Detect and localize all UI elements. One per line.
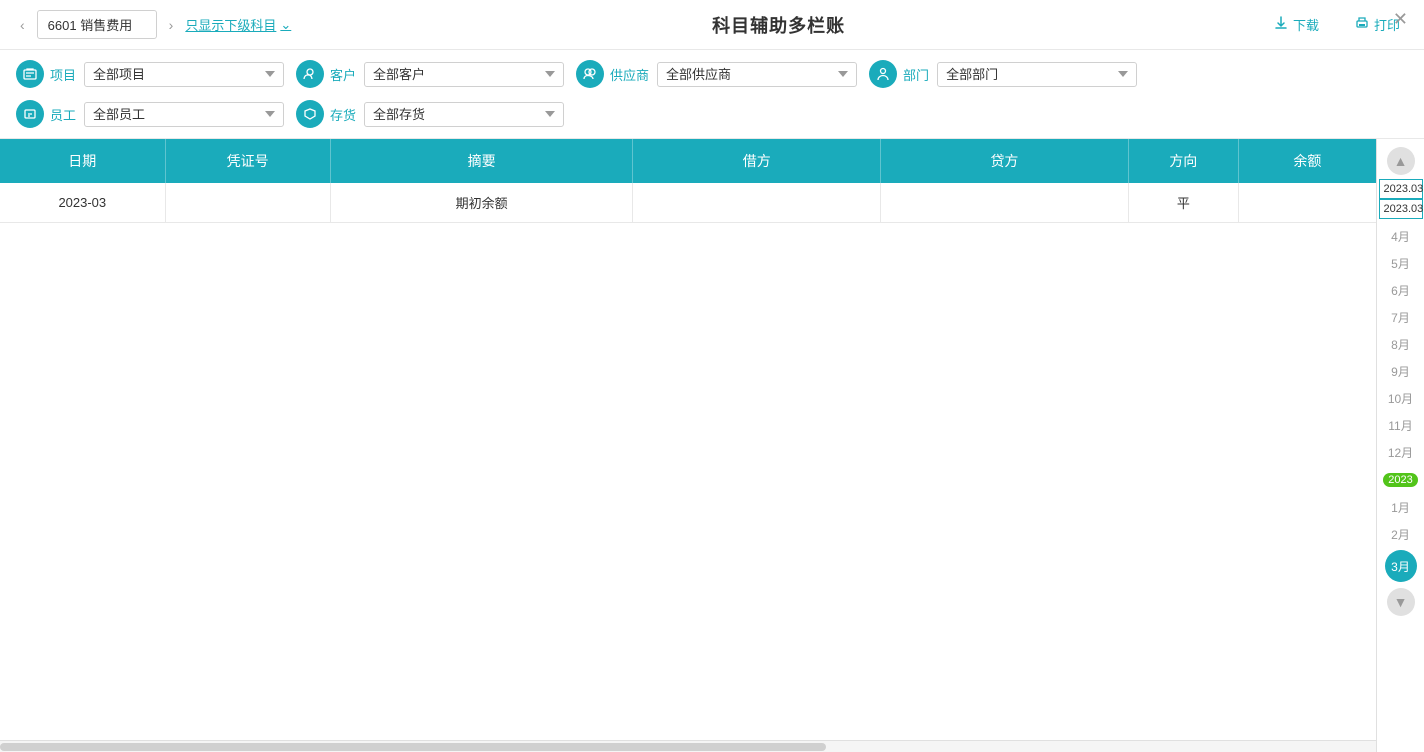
project-select[interactable]: 全部项目 xyxy=(84,62,284,87)
dept-label: 部门 xyxy=(903,65,929,84)
inventory-icon xyxy=(296,100,324,128)
sidebar-month-3-active[interactable]: 3月 xyxy=(1385,550,1417,582)
sidebar-month-10[interactable]: 10月 xyxy=(1377,385,1424,412)
account-code-label: 6601 销售费用 xyxy=(37,10,157,39)
employee-label: 员工 xyxy=(50,105,76,124)
dept-select[interactable]: 全部部门 xyxy=(937,62,1137,87)
sidebar-down-btn[interactable]: ▼ xyxy=(1387,588,1415,616)
cell-date: 2023-03 xyxy=(0,183,165,223)
th-credit: 贷方 xyxy=(881,139,1129,183)
employee-icon xyxy=(16,100,44,128)
show-sub-label: 只显示下级科目 xyxy=(185,15,276,34)
title-bar: ‹ 6601 销售费用 › 只显示下级科目 ⌄ 科目辅助多栏账 下载 xyxy=(0,0,1424,50)
cell-credit xyxy=(881,183,1129,223)
sidebar-month-list: ▲ 2023.03 2023.03 4月 5月 6月 7月 8月 9月 10月 … xyxy=(1377,139,1424,624)
supplier-label: 供应商 xyxy=(610,65,649,84)
sidebar-month-12[interactable]: 12月 xyxy=(1377,439,1424,466)
th-debit: 借方 xyxy=(633,139,881,183)
chevron-down-icon: ⌄ xyxy=(280,17,291,33)
table-row[interactable]: 2023-03 期初余额 平 xyxy=(0,183,1376,223)
th-voucher: 凭证号 xyxy=(165,139,330,183)
title-actions: 下载 打印 ✕ xyxy=(1266,11,1408,38)
print-icon xyxy=(1355,16,1369,33)
main-container: ‹ 6601 销售费用 › 只显示下级科目 ⌄ 科目辅助多栏账 下载 xyxy=(0,0,1424,752)
prev-account-btn[interactable]: ‹ xyxy=(16,15,29,35)
page-title: 科目辅助多栏账 xyxy=(712,12,845,38)
supplier-select[interactable]: 全部供应商 xyxy=(657,62,857,87)
project-filter-group: 项目 全部项目 xyxy=(16,60,284,88)
supplier-filter-group: 供应商 全部供应商 xyxy=(576,60,857,88)
th-direction: 方向 xyxy=(1128,139,1238,183)
cell-balance xyxy=(1238,183,1376,223)
th-date: 日期 xyxy=(0,139,165,183)
th-summary: 摘要 xyxy=(330,139,633,183)
inventory-label: 存货 xyxy=(330,105,356,124)
right-sidebar: ▲ 2023.03 2023.03 4月 5月 6月 7月 8月 9月 10月 … xyxy=(1376,139,1424,752)
cell-voucher xyxy=(165,183,330,223)
sidebar-month-9[interactable]: 9月 xyxy=(1377,358,1424,385)
sidebar-up-btn[interactable]: ▲ xyxy=(1387,147,1415,175)
download-label: 下载 xyxy=(1293,15,1319,34)
customer-icon xyxy=(296,60,324,88)
year-badge: 2023 xyxy=(1383,473,1417,487)
download-btn[interactable]: 下载 xyxy=(1266,11,1327,38)
show-sub-toggle[interactable]: 只显示下级科目 ⌄ xyxy=(185,15,291,34)
cell-debit xyxy=(633,183,881,223)
customer-filter-group: 客户 全部客户 xyxy=(296,60,564,88)
sidebar-month-6[interactable]: 6月 xyxy=(1377,277,1424,304)
download-icon xyxy=(1274,16,1288,33)
employee-filter-group: 员工 全部员工 xyxy=(16,100,284,128)
sidebar-selected-end[interactable]: 2023.03 xyxy=(1379,199,1423,219)
project-label: 项目 xyxy=(50,65,76,84)
sidebar-month-1[interactable]: 1月 xyxy=(1377,494,1424,521)
filter-bar: 项目 全部项目 客户 全部客户 xyxy=(0,50,1424,139)
dept-icon xyxy=(869,60,897,88)
sidebar-month-7[interactable]: 7月 xyxy=(1377,304,1424,331)
sidebar-month-11[interactable]: 11月 xyxy=(1377,412,1424,439)
inventory-filter-group: 存货 全部存货 xyxy=(296,100,564,128)
close-btn[interactable]: ✕ xyxy=(1393,10,1408,28)
content-area: 日期 凭证号 摘要 借方 贷方 方向 余额 2023-03 期初余额 平 xyxy=(0,139,1424,752)
sidebar-selected-start[interactable]: 2023.03 xyxy=(1379,179,1423,199)
ledger-table: 日期 凭证号 摘要 借方 贷方 方向 余额 2023-03 期初余额 平 xyxy=(0,139,1376,223)
customer-select[interactable]: 全部客户 xyxy=(364,62,564,87)
customer-label: 客户 xyxy=(330,65,356,84)
table-area[interactable]: 日期 凭证号 摘要 借方 贷方 方向 余额 2023-03 期初余额 平 xyxy=(0,139,1376,752)
cell-summary: 期初余额 xyxy=(330,183,633,223)
dept-filter-group: 部门 全部部门 xyxy=(869,60,1137,88)
sidebar-month-4[interactable]: 4月 xyxy=(1377,223,1424,250)
project-icon xyxy=(16,60,44,88)
next-account-btn[interactable]: › xyxy=(165,15,178,35)
cell-direction: 平 xyxy=(1128,183,1238,223)
inventory-select[interactable]: 全部存货 xyxy=(364,102,564,127)
employee-select[interactable]: 全部员工 xyxy=(84,102,284,127)
scroll-track[interactable] xyxy=(0,743,826,751)
bottom-scrollbar[interactable] xyxy=(0,740,1376,752)
supplier-icon xyxy=(576,60,604,88)
sidebar-month-2[interactable]: 2月 xyxy=(1377,521,1424,548)
th-balance: 余额 xyxy=(1238,139,1376,183)
title-left: ‹ 6601 销售费用 › 只显示下级科目 ⌄ xyxy=(16,10,291,39)
sidebar-month-8[interactable]: 8月 xyxy=(1377,331,1424,358)
table-header-row: 日期 凭证号 摘要 借方 贷方 方向 余额 xyxy=(0,139,1376,183)
sidebar-month-5[interactable]: 5月 xyxy=(1377,250,1424,277)
